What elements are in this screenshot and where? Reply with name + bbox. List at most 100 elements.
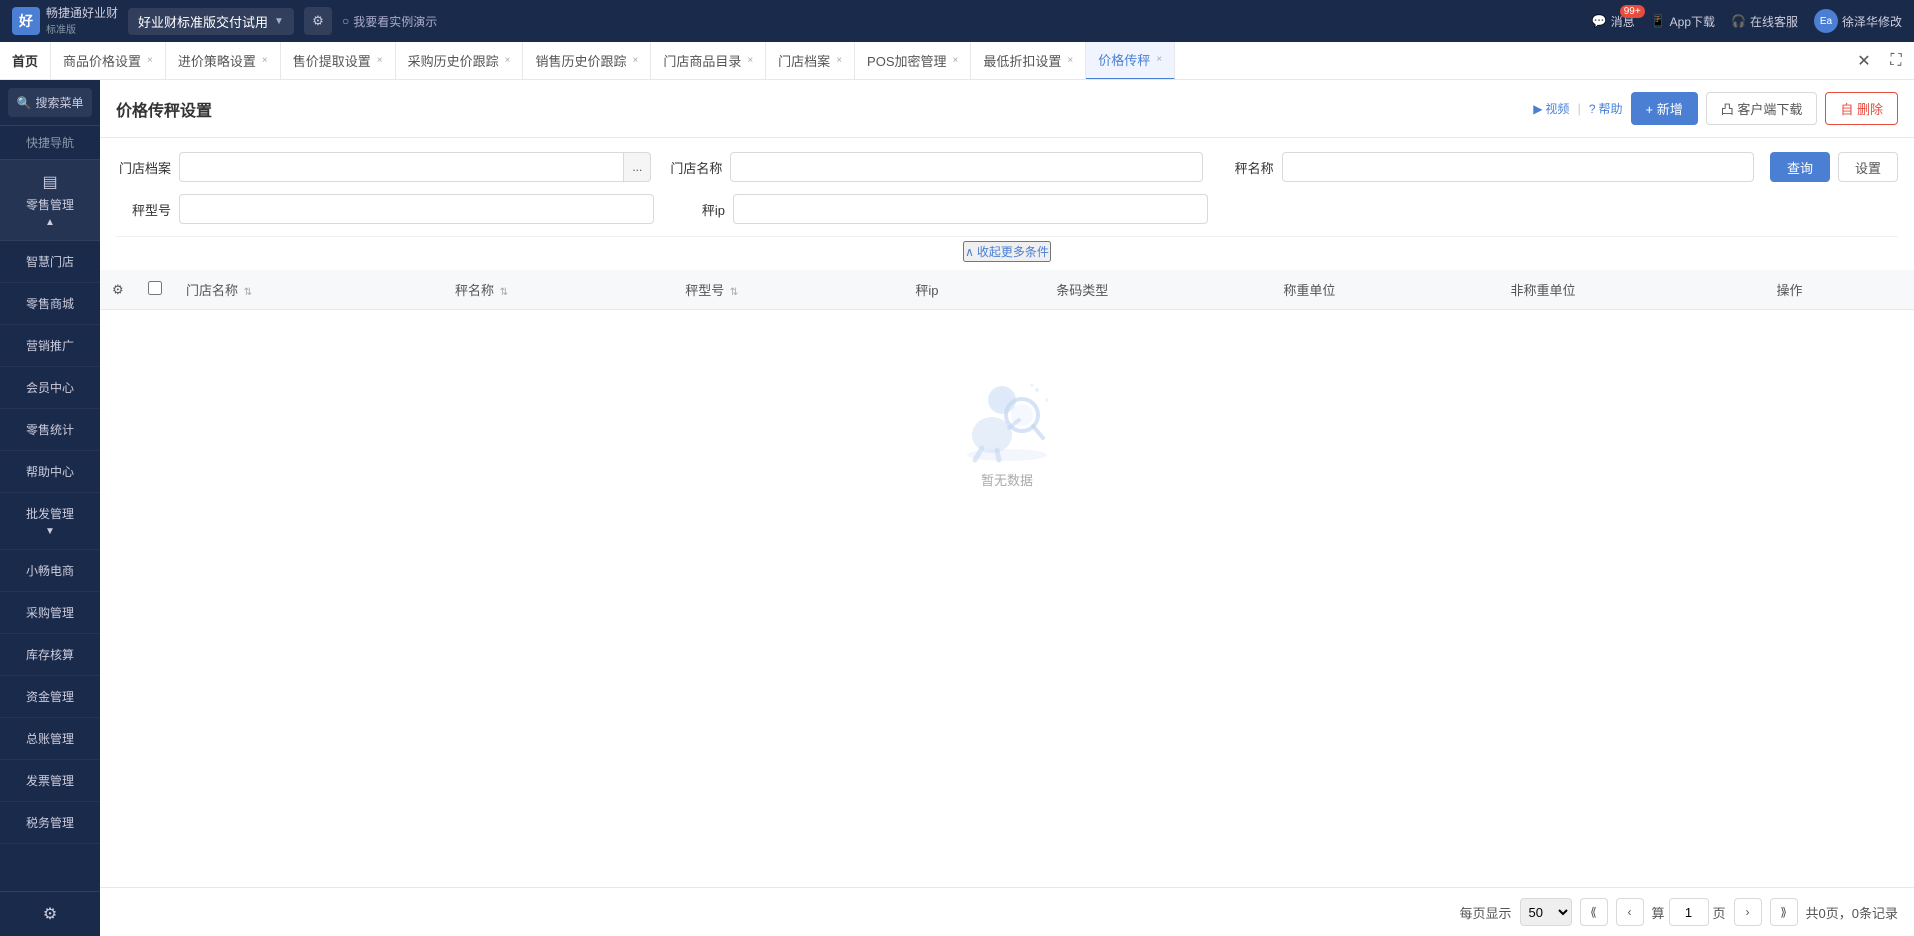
select-all-checkbox[interactable] xyxy=(148,281,162,295)
browse-icon: ... xyxy=(632,160,642,174)
settings-query-button[interactable]: 设置 xyxy=(1838,152,1898,182)
sidebar-item-finance[interactable]: 资金管理 xyxy=(0,676,100,718)
tab-sale-price[interactable]: 售价提取设置 × xyxy=(281,42,396,80)
sidebar-item-wholesale[interactable]: 批发管理 ▼ xyxy=(0,493,100,550)
tab-price-scale-close[interactable]: × xyxy=(1156,54,1162,65)
nav-tab-actions: ✕ ⛶ xyxy=(1850,47,1914,75)
user-menu[interactable]: Ea 徐泽华修改 xyxy=(1814,9,1902,33)
scale-model-input[interactable] xyxy=(179,194,654,224)
tab-store-catalog[interactable]: 门店商品目录 × xyxy=(651,42,766,80)
tab-min-discount-label: 最低折扣设置 xyxy=(983,51,1061,70)
th-non-weight-unit: 非称重单位 xyxy=(1499,270,1765,310)
download-client-button[interactable]: 凸 客户端下载 xyxy=(1706,92,1818,125)
module-dropdown-arrow: ▼ xyxy=(274,16,284,27)
page-number-input[interactable] xyxy=(1669,898,1709,926)
demo-button[interactable]: ○ 我要看实例演示 xyxy=(342,13,437,30)
sidebar-item-tax[interactable]: 税务管理 xyxy=(0,802,100,844)
scale-name-label: 秤名称 xyxy=(1219,158,1274,177)
prev-page-button[interactable]: ‹ xyxy=(1616,898,1644,926)
th-store-name-label: 门店名称 xyxy=(186,283,238,298)
tab-price-scale[interactable]: 价格传秤 × xyxy=(1086,42,1175,80)
tab-goods-price-close[interactable]: × xyxy=(147,55,153,66)
settings-query-label: 设置 xyxy=(1855,158,1881,177)
tab-sales-history[interactable]: 销售历史价跟踪 × xyxy=(523,42,651,80)
tab-purchase-history-label: 采购历史价跟踪 xyxy=(408,51,499,70)
last-page-button[interactable]: ⟫ xyxy=(1770,898,1798,926)
sidebar-item-retail-stats[interactable]: 零售统计 xyxy=(0,409,100,451)
online-service-button[interactable]: 🎧 在线客服 xyxy=(1731,13,1798,30)
sidebar-item-accounting[interactable]: 总账管理 xyxy=(0,718,100,760)
tab-purchase-strategy-label: 进价策略设置 xyxy=(178,51,256,70)
sidebar-item-ecommerce[interactable]: 小畅电商 xyxy=(0,550,100,592)
search-menu-button[interactable]: 🔍 搜索菜单 xyxy=(8,88,92,117)
module-settings-icon[interactable]: ⚙ xyxy=(304,7,332,35)
next-page-button[interactable]: › xyxy=(1734,898,1762,926)
tab-price-scale-label: 价格传秤 xyxy=(1098,50,1150,69)
tab-min-discount[interactable]: 最低折扣设置 × xyxy=(971,42,1086,80)
user-name: 徐泽华修改 xyxy=(1842,13,1902,30)
tab-sale-price-label: 售价提取设置 xyxy=(293,51,371,70)
sidebar-quick-nav[interactable]: 快捷导航 xyxy=(0,126,100,160)
tab-pos-security-close[interactable]: × xyxy=(953,55,959,66)
tab-home[interactable]: 首页 xyxy=(0,42,51,80)
maximize-tab-button[interactable]: ⛶ xyxy=(1882,47,1910,75)
tab-purchase-history-close[interactable]: × xyxy=(505,55,511,66)
add-button[interactable]: + 新增 xyxy=(1631,92,1698,125)
accounting-label: 总账管理 xyxy=(26,730,74,747)
help-link[interactable]: ? 帮助 xyxy=(1589,100,1623,117)
retail-icon: ▤ xyxy=(42,172,57,192)
sidebar-item-purchase[interactable]: 采购管理 xyxy=(0,592,100,634)
sort-store-name-icon[interactable]: ⇅ xyxy=(244,287,252,298)
form-row-1: 门店档案 ... 门店名称 秤名称 xyxy=(116,152,1898,182)
sidebar-bottom: ⚙ xyxy=(0,891,100,936)
top-bar-left: 好 畅捷通好业财 标准版 好业财标准版交付试用 ▼ ⚙ ○ 我要看实例演示 xyxy=(12,6,437,37)
sidebar-item-retail-mall[interactable]: 零售商城 xyxy=(0,283,100,325)
sidebar-item-retail[interactable]: ▤ 零售管理 ▲ xyxy=(0,160,100,241)
per-page-select[interactable]: 50 10 20 100 xyxy=(1520,898,1572,926)
store-archive-input[interactable] xyxy=(179,152,624,182)
tab-sale-price-close[interactable]: × xyxy=(377,55,383,66)
tab-purchase-strategy[interactable]: 进价策略设置 × xyxy=(166,42,281,80)
tax-label: 税务管理 xyxy=(26,814,74,831)
collapse-button[interactable]: ∧ 收起更多条件 xyxy=(963,241,1051,262)
tab-purchase-history[interactable]: 采购历史价跟踪 × xyxy=(396,42,524,80)
sidebar-item-marketing[interactable]: 营销推广 xyxy=(0,325,100,367)
close-tab-button[interactable]: ✕ xyxy=(1850,47,1878,75)
scale-name-input[interactable] xyxy=(1282,152,1754,182)
tab-store-archive-close[interactable]: × xyxy=(836,55,842,66)
collapse-up-icon: ∧ xyxy=(965,245,974,259)
tab-min-discount-close[interactable]: × xyxy=(1067,55,1073,66)
collapse-row: ∧ 收起更多条件 xyxy=(116,236,1898,270)
store-name-input[interactable] xyxy=(730,152,1202,182)
sidebar-settings-button[interactable]: ⚙ xyxy=(0,891,100,936)
th-weight-unit-label: 称重单位 xyxy=(1283,283,1335,298)
store-archive-browse-button[interactable]: ... xyxy=(624,152,651,182)
th-checkbox xyxy=(136,270,174,310)
app-download-button[interactable]: 📱 App下载 xyxy=(1651,13,1715,30)
query-button[interactable]: 查询 xyxy=(1770,152,1830,182)
messages-button[interactable]: 💬 消息 99+ xyxy=(1592,13,1635,30)
search-menu-label: 搜索菜单 xyxy=(35,94,83,111)
first-page-button[interactable]: ⟪ xyxy=(1580,898,1608,926)
scale-ip-input[interactable] xyxy=(733,194,1208,224)
sidebar-item-invoice[interactable]: 发票管理 xyxy=(0,760,100,802)
sidebar-item-help[interactable]: 帮助中心 xyxy=(0,451,100,493)
tab-purchase-strategy-close[interactable]: × xyxy=(262,55,268,66)
sidebar-item-smart-store[interactable]: 智慧门店 xyxy=(0,241,100,283)
sort-scale-model-icon[interactable]: ⇅ xyxy=(730,287,738,298)
sidebar-item-inventory[interactable]: 库存核算 xyxy=(0,634,100,676)
sort-scale-name-icon[interactable]: ⇅ xyxy=(500,287,508,298)
tab-goods-price-label: 商品价格设置 xyxy=(63,51,141,70)
tab-goods-price[interactable]: 商品价格设置 × xyxy=(51,42,166,80)
tab-pos-security[interactable]: POS加密管理 × xyxy=(855,42,971,80)
column-settings-icon[interactable]: ⚙ xyxy=(112,282,124,297)
sidebar-item-member[interactable]: 会员中心 xyxy=(0,367,100,409)
help-label: 帮助 xyxy=(1599,100,1623,117)
module-selector[interactable]: 好业财标准版交付试用 ▼ xyxy=(128,8,294,35)
delete-button[interactable]: 自 删除 xyxy=(1825,92,1898,125)
video-link[interactable]: ▶ 视频 xyxy=(1533,100,1569,117)
tab-store-catalog-close[interactable]: × xyxy=(747,55,753,66)
smart-store-label: 智慧门店 xyxy=(26,253,74,270)
tab-store-archive[interactable]: 门店档案 × xyxy=(766,42,855,80)
tab-sales-history-close[interactable]: × xyxy=(632,55,638,66)
